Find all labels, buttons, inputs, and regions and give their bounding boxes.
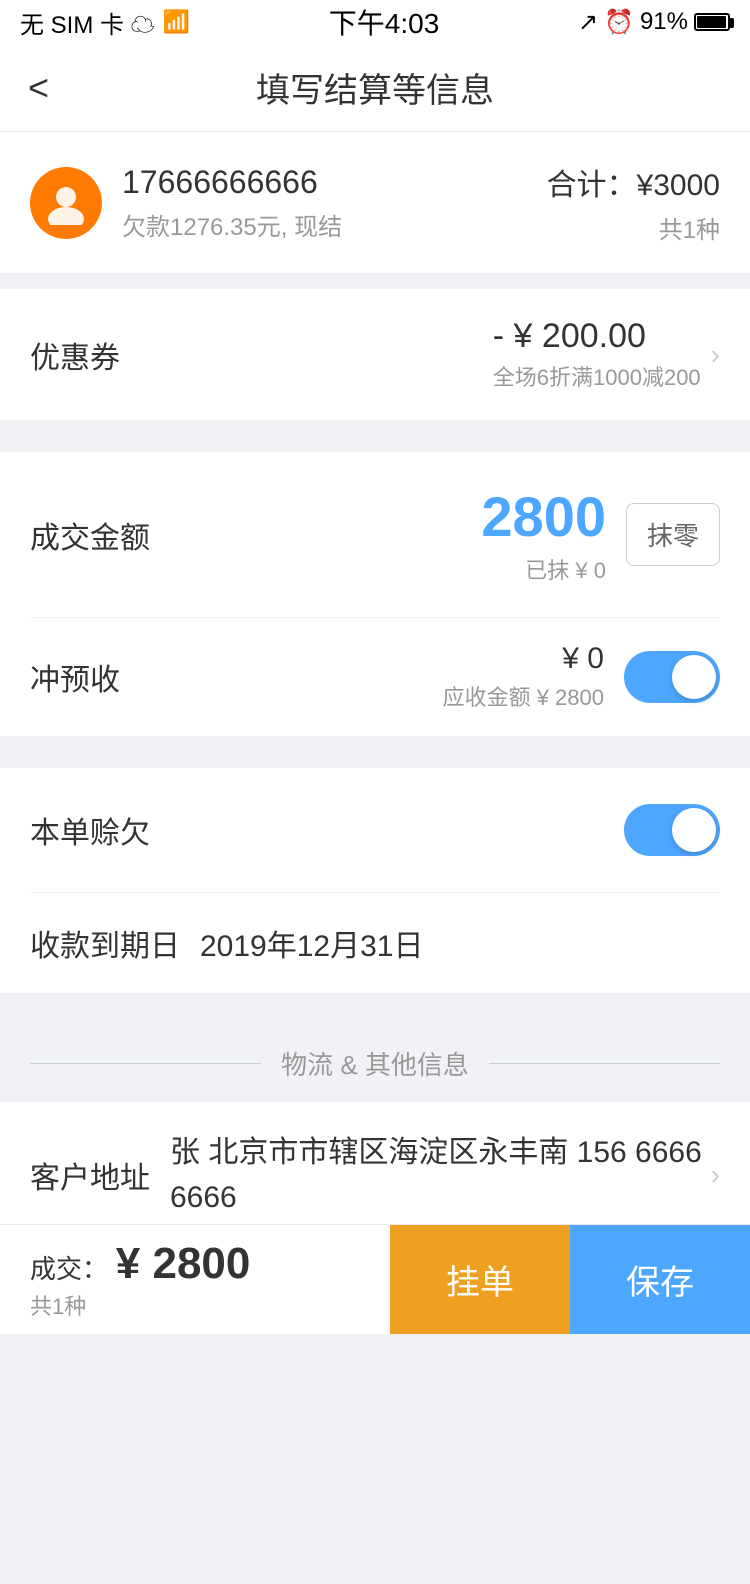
- avatar: [30, 167, 102, 239]
- deal-sub: 已抹 ¥ 0: [481, 553, 606, 585]
- due-date-row: 收款到期日 2019年12月31日: [0, 893, 750, 993]
- alarm-icon: ⏰: [604, 8, 634, 37]
- bottom-summary: 成交： ¥ 2800 共1种: [0, 1225, 390, 1334]
- debit-toggle[interactable]: [624, 804, 720, 856]
- logistics-line-right: [489, 1063, 720, 1064]
- hang-button[interactable]: 挂单: [390, 1225, 570, 1334]
- status-left: 无 SIM 卡 ☁ 📶: [20, 5, 190, 40]
- divider-1: [0, 436, 750, 452]
- coupon-row[interactable]: 优惠券 - ¥ 200.00 全场6折满1000减200 ›: [0, 289, 750, 420]
- round-button[interactable]: 抹零: [626, 503, 720, 566]
- prepay-toggle[interactable]: [624, 651, 720, 703]
- due-date-label: 收款到期日: [30, 921, 180, 965]
- deal-right: 2800 已抹 ¥ 0 抹零: [481, 484, 720, 585]
- status-time: 下午4:03: [329, 2, 440, 42]
- debit-row: 本单赊欠: [0, 768, 750, 892]
- toggle-knob: [672, 655, 716, 699]
- prepay-row: 冲预收 ¥ 0 应收金额 ¥ 2800: [0, 618, 750, 736]
- divider-2: [0, 752, 750, 768]
- battery-icon: [694, 13, 730, 31]
- customer-row: 17666666666 欠款1276.35元, 现结 合计：¥3000 共1种: [0, 132, 750, 273]
- status-right: ↗ ⏰ 91%: [578, 8, 730, 37]
- customer-info: 17666666666 欠款1276.35元, 现结: [122, 164, 547, 242]
- address-label: 客户地址: [30, 1153, 150, 1197]
- back-button[interactable]: <: [28, 67, 49, 109]
- deal-label: 成交金额: [30, 513, 150, 557]
- customer-sub: 欠款1276.35元, 现结: [122, 207, 547, 242]
- total-count: 共1种: [547, 210, 720, 245]
- nav-bar: < 填写结算等信息: [0, 44, 750, 132]
- logistics-label: 物流 & 其他信息: [281, 1045, 469, 1082]
- location-icon: ↗: [578, 8, 598, 37]
- coupon-right: - ¥ 200.00 全场6折满1000减200 ›: [493, 317, 720, 392]
- battery-percent: 91%: [640, 8, 688, 36]
- deal-row: 成交金额 2800 已抹 ¥ 0 抹零: [0, 452, 750, 617]
- prepay-label: 冲预收: [30, 655, 120, 699]
- total-amount: 合计：¥3000: [547, 160, 720, 204]
- bottom-deal-label: 成交：: [30, 1254, 108, 1284]
- deal-amount: 2800: [481, 484, 606, 549]
- coupon-detail: 全场6折满1000减200: [493, 360, 701, 392]
- prepay-amount-wrap: ¥ 0 应收金额 ¥ 2800: [443, 642, 604, 712]
- bottom-bar: 成交： ¥ 2800 共1种 挂单 保存: [0, 1224, 750, 1334]
- deal-card: 成交金额 2800 已抹 ¥ 0 抹零 冲预收 ¥ 0 应收金额 ¥ 2800: [0, 452, 750, 736]
- logistics-line-left: [30, 1063, 261, 1064]
- coupon-label: 优惠券: [30, 333, 120, 377]
- debit-label: 本单赊欠: [30, 808, 150, 852]
- bottom-count: 共1种: [30, 1289, 360, 1321]
- address-chevron-icon: ›: [711, 1159, 720, 1191]
- prepay-sub: 应收金额 ¥ 2800: [443, 680, 604, 712]
- divider-3: [0, 1009, 750, 1025]
- sim-label: 无 SIM 卡 ☁: [20, 5, 155, 40]
- debit-toggle-knob: [672, 808, 716, 852]
- save-button[interactable]: 保存: [570, 1225, 750, 1334]
- deal-amount-wrap: 2800 已抹 ¥ 0: [481, 484, 606, 585]
- coupon-card[interactable]: 优惠券 - ¥ 200.00 全场6折满1000减200 ›: [0, 289, 750, 420]
- coupon-info: - ¥ 200.00 全场6折满1000减200: [493, 317, 701, 392]
- avatar-icon: [44, 181, 88, 225]
- address-value: 张 北京市市辖区海淀区永丰南 156 6666 6666: [170, 1130, 711, 1220]
- prepay-amount: ¥ 0: [443, 642, 604, 676]
- debit-card: 本单赊欠 收款到期日 2019年12月31日: [0, 768, 750, 993]
- bottom-deal-line: 成交： ¥ 2800: [30, 1239, 360, 1289]
- bottom-deal-amount: ¥ 2800: [116, 1239, 251, 1288]
- prepay-right: ¥ 0 应收金额 ¥ 2800: [443, 642, 720, 712]
- chevron-right-icon: ›: [711, 339, 720, 371]
- due-date-value: 2019年12月31日: [200, 921, 423, 965]
- coupon-discount: - ¥ 200.00: [493, 317, 701, 356]
- page-title: 填写结算等信息: [256, 63, 494, 112]
- status-bar: 无 SIM 卡 ☁ 📶 下午4:03 ↗ ⏰ 91%: [0, 0, 750, 44]
- customer-phone: 17666666666: [122, 164, 547, 201]
- customer-total: 合计：¥3000 共1种: [547, 160, 720, 245]
- customer-card: 17666666666 欠款1276.35元, 现结 合计：¥3000 共1种: [0, 132, 750, 273]
- wifi-icon: 📶: [163, 9, 190, 35]
- logistics-section-header: 物流 & 其他信息: [0, 1025, 750, 1102]
- main-content: 17666666666 欠款1276.35元, 现结 合计：¥3000 共1种 …: [0, 132, 750, 1584]
